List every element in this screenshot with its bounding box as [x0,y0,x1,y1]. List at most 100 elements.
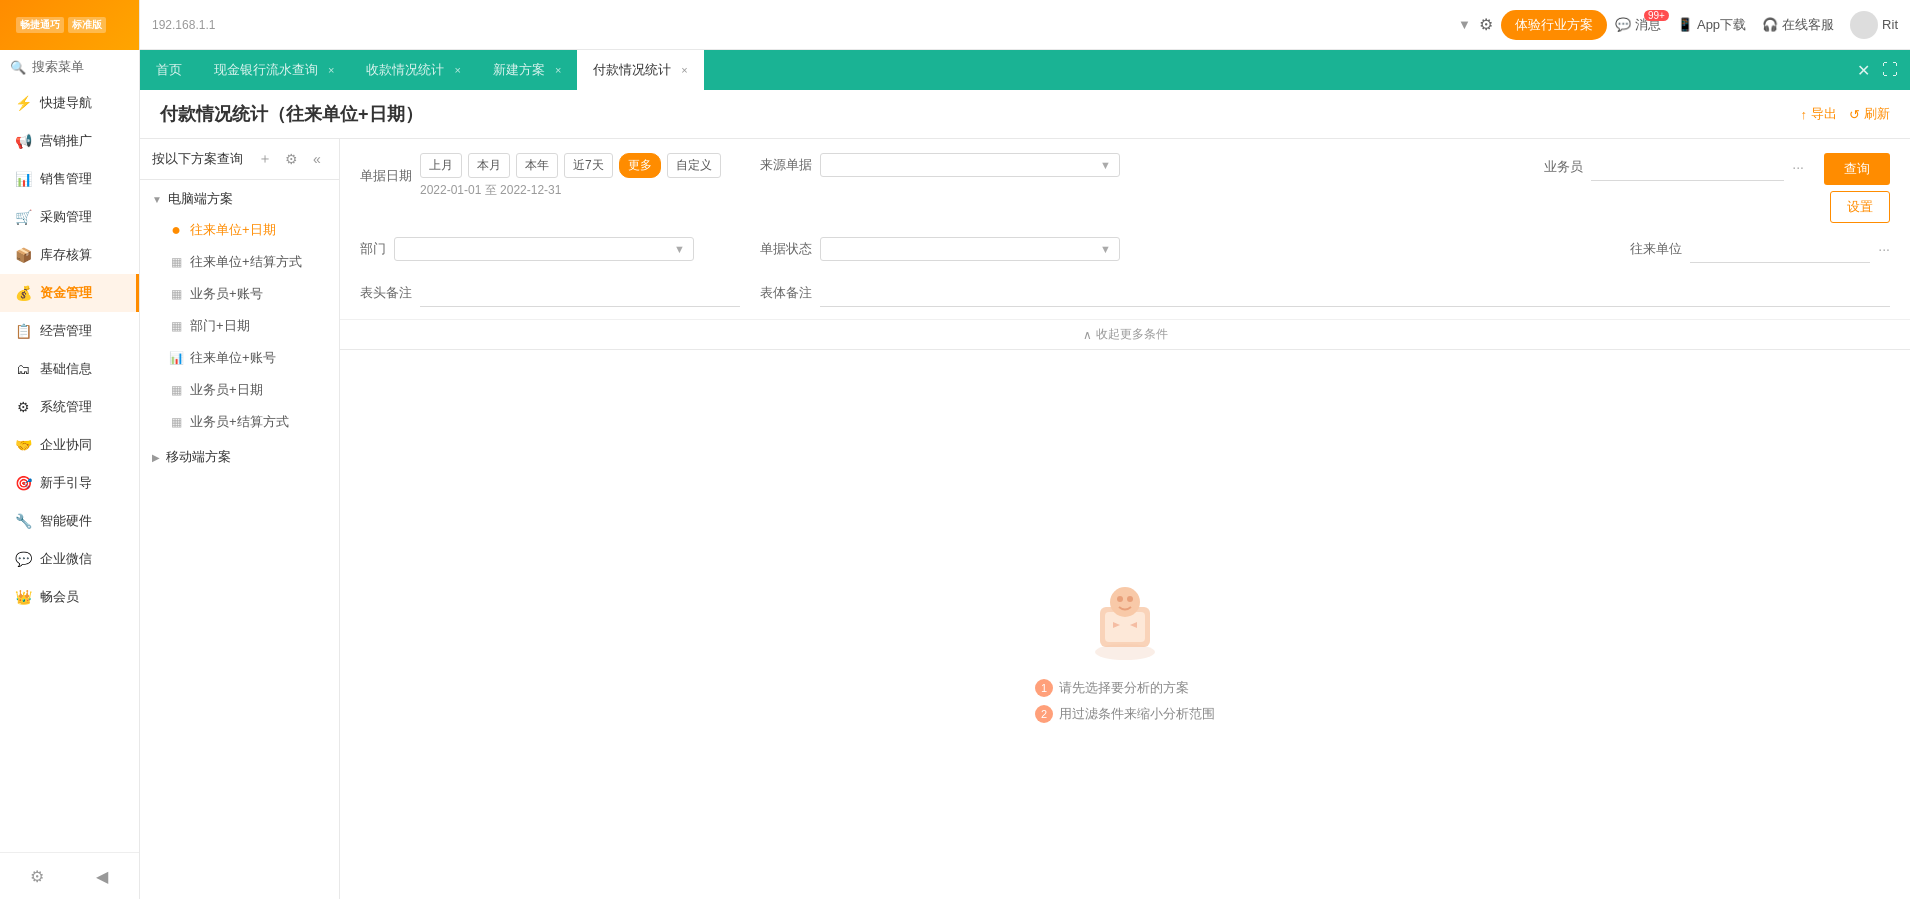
tip-num-1: 1 [1035,679,1053,697]
sidebar-bottom: ⚙ ◀ [0,852,139,899]
svg-point-5 [1127,596,1133,602]
scheme-item-unit-date[interactable]: ● 往来单位+日期 [140,214,339,246]
hardware-icon: 🔧 [14,512,32,530]
tab-bar: 首页 现金银行流水查询 × 收款情况统计 × 新建方案 × 付款情况统计 × ✕… [140,50,1910,90]
tab-payment-stat-close-icon[interactable]: × [681,64,687,76]
app-download-btn[interactable]: 📱 App下载 [1677,16,1746,34]
date-btn-current-month[interactable]: 本月 [468,153,510,178]
tab-new-scheme[interactable]: 新建方案 × [477,50,577,90]
guide-icon: 🎯 [14,474,32,492]
online-service-btn[interactable]: 🎧 在线客服 [1762,16,1834,34]
scheme-item-dept-date[interactable]: ▦ 部门+日期 [140,310,339,342]
tab-bank-flow[interactable]: 现金银行流水查询 × [198,50,350,90]
scheme-item-staff-settle[interactable]: ▦ 业务员+结算方式 [140,406,339,438]
date-btn-last-7days[interactable]: 近7天 [564,153,613,178]
sidebar-item-system[interactable]: ⚙ 系统管理 [0,388,139,426]
close-all-tabs-btn[interactable]: ✕ [1857,61,1870,80]
filter-settings-btn[interactable]: 设置 [1830,191,1890,223]
user-avatar[interactable]: Rit [1850,11,1898,39]
address-chevron-icon[interactable]: ▼ [1458,17,1471,32]
sidebar-item-label: 资金管理 [40,284,92,302]
tab-receivable-close-icon[interactable]: × [454,64,460,76]
trial-btn[interactable]: 体验行业方案 [1501,10,1607,40]
svg-point-4 [1117,596,1123,602]
pc-group-title[interactable]: ▼ 电脑端方案 [140,184,339,214]
mobile-scheme-group[interactable]: ▶ 移动端方案 [140,442,339,472]
dept-label: 部门 [360,240,386,258]
staff-input[interactable] [1591,153,1784,181]
date-btn-current-year[interactable]: 本年 [516,153,558,178]
tab-home[interactable]: 首页 [140,50,198,90]
expand-btn[interactable]: ⛶ [1882,61,1898,79]
scheme-item-unit-account[interactable]: 📊 往来单位+账号 [140,342,339,374]
header-note-input[interactable] [420,279,740,307]
tabbar-right: ✕ ⛶ [1845,50,1910,90]
sidebar-item-guide[interactable]: 🎯 新手引导 [0,464,139,502]
sidebar-item-operation[interactable]: 📋 经营管理 [0,312,139,350]
doc-status-select[interactable]: ▼ [820,237,1120,261]
sidebar-item-fund[interactable]: 💰 资金管理 [0,274,139,312]
page: 付款情况统计（往来单位+日期） ↑ 导出 ↺ 刷新 按以下方案查询 ＋ [140,90,1910,899]
sidebar-item-quick-nav[interactable]: ⚡ 快捷导航 [0,84,139,122]
related-unit-input[interactable] [1690,235,1870,263]
collapse-conditions-btn[interactable]: ∧ 收起更多条件 [340,319,1910,349]
scheme-item-unit-settle[interactable]: ▦ 往来单位+结算方式 [140,246,339,278]
online-service-label: 在线客服 [1782,16,1834,34]
scheme-item-icon: ▦ [168,382,184,398]
staff-three-dots-btn[interactable]: ··· [1792,159,1804,175]
query-btn[interactable]: 查询 [1824,153,1890,185]
sidebar-item-hardware[interactable]: 🔧 智能硬件 [0,502,139,540]
sidebar-item-sales[interactable]: 📊 销售管理 [0,160,139,198]
date-btn-custom[interactable]: 自定义 [667,153,721,178]
sidebar-item-purchase[interactable]: 🛒 采购管理 [0,198,139,236]
refresh-icon: ↺ [1849,107,1860,122]
source-doc-select[interactable]: ▼ [820,153,1120,177]
wechat-icon: 💬 [14,550,32,568]
scheme-item-icon: ▦ [168,286,184,302]
tab-payment-stat[interactable]: 付款情况统计 × [577,50,703,90]
pc-scheme-group: ▼ 电脑端方案 ● 往来单位+日期 ▦ 往来单位+结算方式 ▦ 业务员+账号 [140,180,339,442]
scheme-item-staff-account[interactable]: ▦ 业务员+账号 [140,278,339,310]
dept-select[interactable]: ▼ [394,237,694,261]
scheme-item-staff-date[interactable]: ▦ 业务员+日期 [140,374,339,406]
inventory-icon: 📦 [14,246,32,264]
tab-home-label: 首页 [156,61,182,79]
sidebar-item-label: 库存核算 [40,246,92,264]
sidebar-settings-btn[interactable]: ⚙ [8,861,66,891]
related-unit-three-dots-btn[interactable]: ··· [1878,241,1890,257]
refresh-btn[interactable]: ↺ 刷新 [1849,105,1890,123]
sidebar-item-wechat[interactable]: 💬 企业微信 [0,540,139,578]
message-icon: 💬 [1615,17,1631,32]
tab-receivable[interactable]: 收款情况统计 × [350,50,476,90]
logo-subtitle: 标准版 [68,17,106,33]
sidebar-item-label: 营销推广 [40,132,92,150]
add-scheme-btn[interactable]: ＋ [255,149,275,169]
date-btn-last-month[interactable]: 上月 [420,153,462,178]
tip-num-2: 2 [1035,705,1053,723]
tab-new-scheme-label: 新建方案 [493,61,545,79]
date-btn-more[interactable]: 更多 [619,153,661,178]
sidebar-item-inventory[interactable]: 📦 库存核算 [0,236,139,274]
marketing-icon: 📢 [14,132,32,150]
message-btn[interactable]: 💬 消息 99+ [1615,16,1661,34]
sidebar-item-vip[interactable]: 👑 畅会员 [0,578,139,616]
mobile-group-label: 移动端方案 [166,448,231,466]
sidebar-item-marketing[interactable]: 📢 营销推广 [0,122,139,160]
source-doc-chevron-icon: ▼ [1100,159,1111,171]
tab-bank-flow-label: 现金银行流水查询 [214,61,318,79]
tab-new-scheme-close-icon[interactable]: × [555,64,561,76]
export-btn[interactable]: ↑ 导出 [1801,105,1838,123]
scheme-item-icon: ▦ [168,414,184,430]
search-menu[interactable]: 🔍 搜索菜单 [0,50,139,84]
sidebar-item-enterprise[interactable]: 🤝 企业协同 [0,426,139,464]
body-note-input[interactable] [820,279,1890,307]
sidebar-collapse-btn[interactable]: ◀ [74,861,132,891]
tab-bank-flow-close-icon[interactable]: × [328,64,334,76]
scheme-collapse-btn[interactable]: « [307,149,327,169]
sales-icon: 📊 [14,170,32,188]
sidebar-item-basic[interactable]: 🗂 基础信息 [0,350,139,388]
vip-icon: 👑 [14,588,32,606]
topbar-gear-icon[interactable]: ⚙ [1479,15,1493,34]
scheme-settings-btn[interactable]: ⚙ [281,149,301,169]
collapse-chevron-icon: ∧ [1083,328,1092,342]
